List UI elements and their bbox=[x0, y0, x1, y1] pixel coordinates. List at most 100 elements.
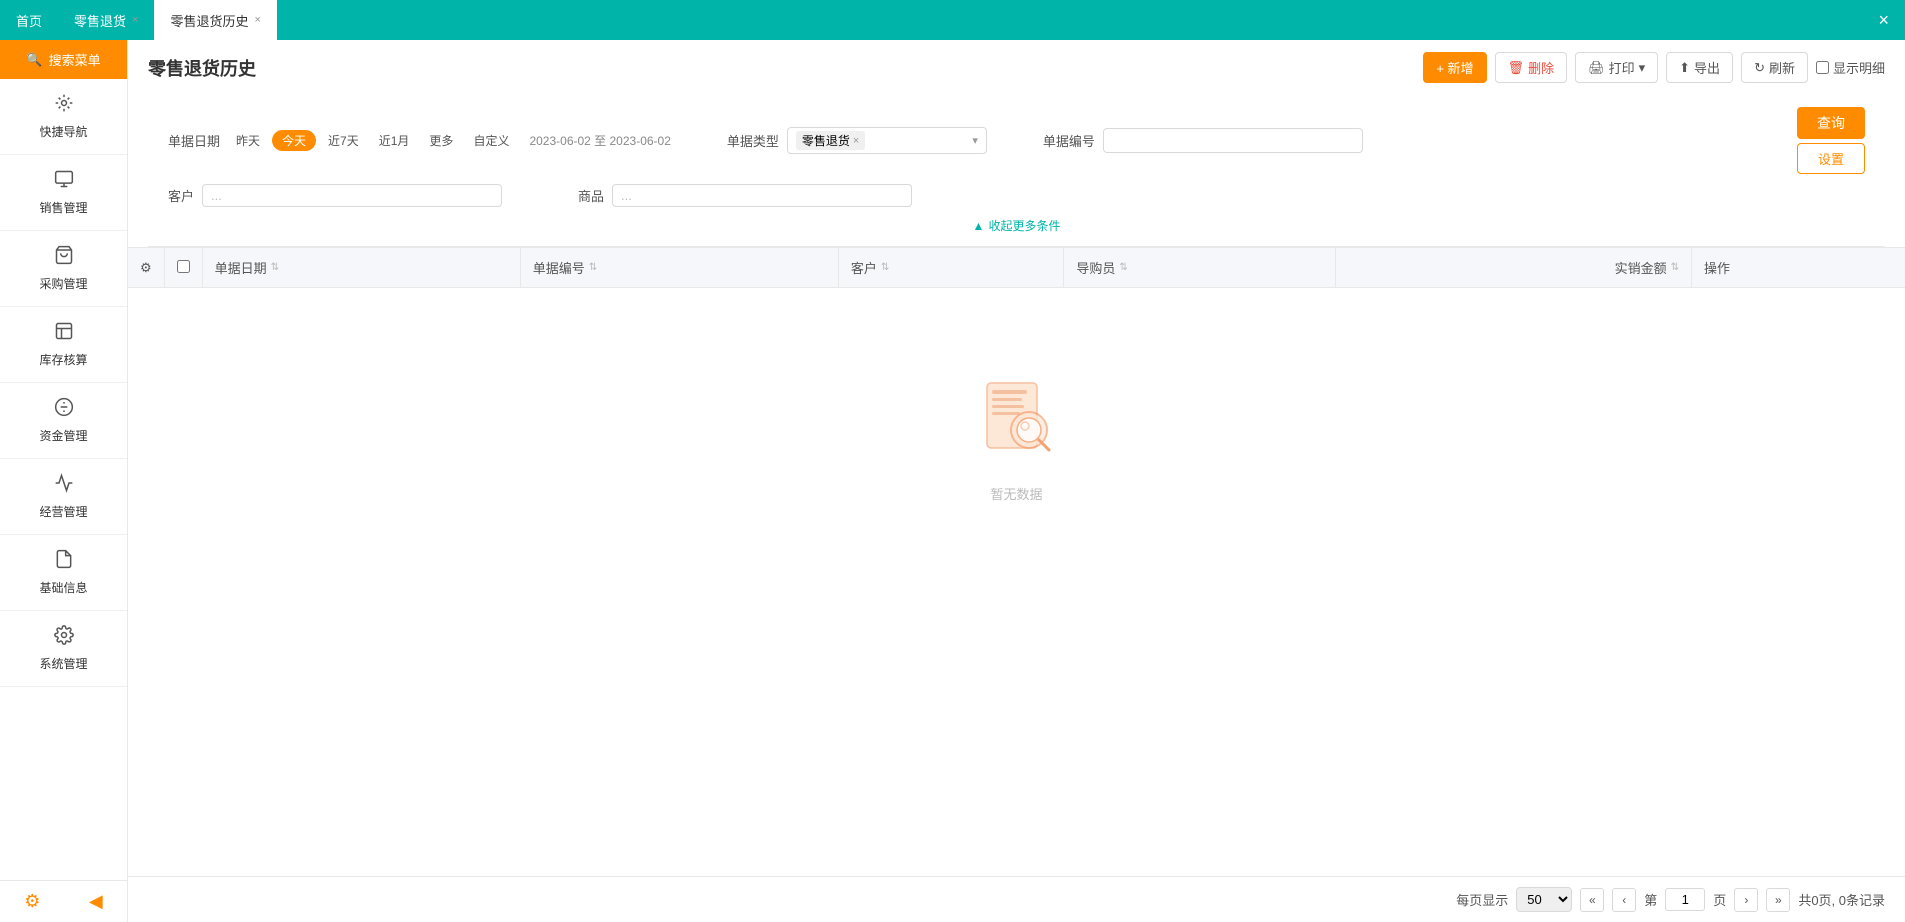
page-input[interactable] bbox=[1665, 888, 1705, 911]
sidebar-item-system-label: 系统管理 bbox=[39, 655, 87, 672]
sidebar-settings-btn[interactable]: ⚙ bbox=[24, 891, 40, 912]
filter-row-1: 单据日期 昨天 今天 近7天 近1月 更多 自定义 2023-06-02 至 2… bbox=[168, 107, 1865, 174]
sidebar-item-basic-info[interactable]: 基础信息 bbox=[0, 535, 127, 611]
first-page-btn[interactable]: « bbox=[1580, 888, 1604, 912]
refresh-btn[interactable]: ↻ 刷新 bbox=[1741, 52, 1808, 83]
print-label: 打印 bbox=[1609, 58, 1635, 77]
tab-retail-return-history[interactable]: 零售退货历史 × bbox=[154, 0, 276, 40]
window-close-btn[interactable]: × bbox=[1862, 10, 1905, 31]
page-label: 第 bbox=[1644, 890, 1657, 909]
th-checkbox[interactable] bbox=[164, 248, 202, 288]
query-btn[interactable]: 查询 bbox=[1797, 107, 1865, 139]
sidebar-item-operations[interactable]: 经营管理 bbox=[0, 459, 127, 535]
th-date[interactable]: 单据日期 ⇅ bbox=[202, 248, 520, 288]
date-btn-1month[interactable]: 近1月 bbox=[371, 130, 418, 151]
settings-icon[interactable]: ⚙ bbox=[140, 260, 152, 275]
number-filter-input[interactable] bbox=[1103, 128, 1363, 153]
date-btn-custom[interactable]: 自定义 bbox=[465, 130, 517, 151]
filter-row-2: 客户 ... 商品 ... bbox=[168, 184, 1865, 207]
sidebar-footer: ⚙ ◀ bbox=[0, 880, 127, 922]
sidebar-item-finance[interactable]: 资金管理 bbox=[0, 383, 127, 459]
next-page-btn[interactable]: › bbox=[1734, 888, 1758, 912]
prev-page-btn[interactable]: ‹ bbox=[1612, 888, 1636, 912]
type-filter-group: 单据类型 零售退货 × ▾ bbox=[727, 127, 987, 154]
th-settings[interactable]: ⚙ bbox=[128, 248, 164, 288]
sidebar-item-purchase[interactable]: 采购管理 bbox=[0, 231, 127, 307]
search-icon: 🔍 bbox=[26, 52, 42, 68]
goods-placeholder: ... bbox=[621, 188, 632, 203]
customer-placeholder: ... bbox=[211, 188, 222, 203]
date-filter-group: 单据日期 昨天 今天 近7天 近1月 更多 自定义 2023-06-02 至 2… bbox=[168, 130, 671, 151]
tab-home-label: 首页 bbox=[16, 11, 42, 30]
filter-settings-btn[interactable]: 设置 bbox=[1797, 143, 1865, 174]
customer-filter-input[interactable]: ... bbox=[202, 184, 502, 207]
print-btn[interactable]: 🖨 打印 ▾ bbox=[1575, 52, 1658, 83]
collapse-btn[interactable]: ▲ 收起更多条件 bbox=[973, 217, 1061, 234]
sidebar-item-purchase-label: 采购管理 bbox=[39, 275, 87, 292]
date-shortcuts: 昨天 今天 近7天 近1月 更多 自定义 bbox=[228, 130, 517, 151]
date-btn-7days[interactable]: 近7天 bbox=[320, 130, 367, 151]
tab-retail-return-history-label: 零售退货历史 bbox=[170, 11, 248, 30]
goods-filter-group: 商品 ... bbox=[578, 184, 912, 207]
export-label: 导出 bbox=[1694, 58, 1720, 77]
delete-btn[interactable]: 🗑 删除 bbox=[1495, 52, 1568, 83]
delete-label: 删除 bbox=[1528, 58, 1554, 77]
tab-home[interactable]: 首页 bbox=[0, 0, 58, 40]
content-area: 零售退货历史 + 新增 🗑 删除 🖨 打印 ▾ ⬆ 导出 bbox=[128, 40, 1905, 922]
export-btn[interactable]: ⬆ 导出 bbox=[1666, 52, 1733, 83]
last-page-btn[interactable]: » bbox=[1766, 888, 1790, 912]
sidebar-search[interactable]: 🔍 搜索菜单 bbox=[0, 40, 127, 79]
number-filter-label: 单据编号 bbox=[1043, 131, 1095, 150]
collapse-label: 收起更多条件 bbox=[988, 217, 1060, 234]
new-btn[interactable]: + 新增 bbox=[1423, 52, 1486, 83]
number-filter-group: 单据编号 bbox=[1043, 128, 1363, 153]
th-number[interactable]: 单据编号 ⇅ bbox=[520, 248, 838, 288]
filter-area: 单据日期 昨天 今天 近7天 近1月 更多 自定义 2023-06-02 至 2… bbox=[148, 95, 1885, 247]
sidebar-item-quick-nav[interactable]: 快捷导航 bbox=[0, 79, 127, 155]
refresh-icon: ↻ bbox=[1754, 60, 1765, 76]
number-sort-icon: ⇅ bbox=[589, 262, 597, 273]
tab-retail-return[interactable]: 零售退货 × bbox=[58, 0, 154, 40]
purchase-icon bbox=[54, 245, 74, 271]
page-title-row: 零售退货历史 + 新增 🗑 删除 🖨 打印 ▾ ⬆ 导出 bbox=[148, 52, 1885, 83]
type-tag: 零售退货 × bbox=[796, 131, 865, 150]
sidebar-item-inventory[interactable]: 库存核算 bbox=[0, 307, 127, 383]
print-chevron: ▾ bbox=[1639, 60, 1646, 76]
basic-info-icon bbox=[54, 549, 74, 575]
th-actions: 操作 bbox=[1691, 248, 1905, 288]
display-checkbox[interactable] bbox=[1816, 61, 1829, 74]
sidebar-item-operations-label: 经营管理 bbox=[39, 503, 87, 520]
total-text: 共0页, 0条记录 bbox=[1798, 890, 1885, 909]
sidebar: 🔍 搜索菜单 快捷导航 销售管理 bbox=[0, 40, 128, 922]
sidebar-item-inventory-label: 库存核算 bbox=[39, 351, 87, 368]
date-btn-yesterday[interactable]: 昨天 bbox=[228, 130, 268, 151]
empty-illustration bbox=[967, 368, 1067, 468]
sidebar-toggle-btn[interactable]: ◀ bbox=[89, 891, 103, 912]
sales-icon bbox=[54, 169, 74, 195]
type-filter-select[interactable]: 零售退货 × ▾ bbox=[787, 127, 987, 154]
type-tag-remove[interactable]: × bbox=[853, 135, 859, 147]
inventory-icon bbox=[54, 321, 74, 347]
th-amount[interactable]: 实销金额 ⇅ bbox=[1336, 248, 1692, 288]
tab-retail-return-close[interactable]: × bbox=[132, 14, 138, 26]
top-nav: 首页 零售退货 × 零售退货历史 × × bbox=[0, 0, 1905, 40]
toolbar: + 新增 🗑 删除 🖨 打印 ▾ ⬆ 导出 ↻ bbox=[1423, 52, 1885, 83]
date-range-display: 2023-06-02 至 2023-06-02 bbox=[529, 132, 670, 149]
sidebar-item-sales-label: 销售管理 bbox=[39, 199, 87, 216]
date-btn-more[interactable]: 更多 bbox=[421, 130, 461, 151]
sidebar-item-system[interactable]: 系统管理 bbox=[0, 611, 127, 687]
date-btn-today[interactable]: 今天 bbox=[272, 130, 316, 151]
sidebar-item-sales[interactable]: 销售管理 bbox=[0, 155, 127, 231]
main-table: ⚙ 单据日期 ⇅ 单据编号 bbox=[128, 248, 1905, 288]
page-size-select[interactable]: 50 100 200 bbox=[1516, 887, 1572, 912]
amount-sort-icon: ⇅ bbox=[1671, 262, 1679, 273]
display-toggle[interactable]: 显示明细 bbox=[1816, 58, 1885, 77]
th-guide-label: 导购员 bbox=[1076, 258, 1115, 277]
tab-retail-return-history-close[interactable]: × bbox=[254, 14, 260, 26]
select-all-checkbox[interactable] bbox=[177, 260, 190, 273]
th-guide[interactable]: 导购员 ⇅ bbox=[1064, 248, 1336, 288]
display-label: 显示明细 bbox=[1833, 58, 1885, 77]
goods-filter-input[interactable]: ... bbox=[612, 184, 912, 207]
table-header-row: ⚙ 单据日期 ⇅ 单据编号 bbox=[128, 248, 1905, 288]
th-customer[interactable]: 客户 ⇅ bbox=[838, 248, 1064, 288]
